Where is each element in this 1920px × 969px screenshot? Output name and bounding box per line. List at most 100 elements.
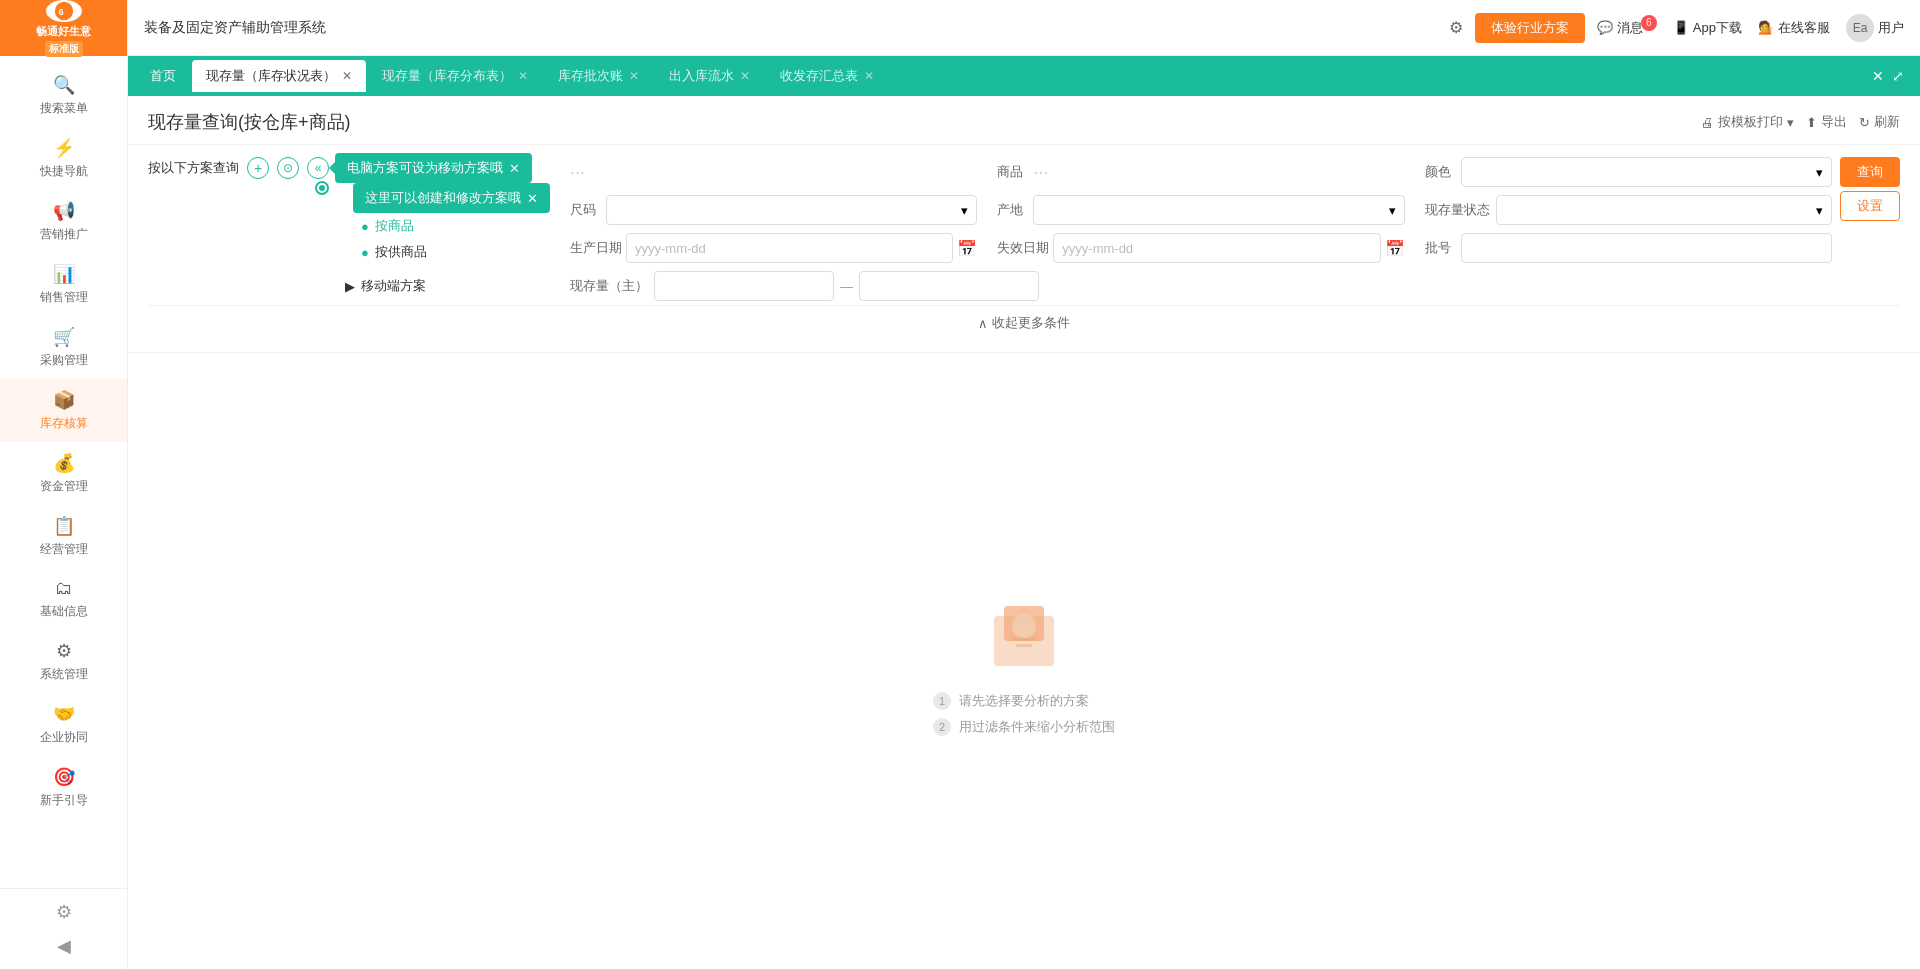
reset-button[interactable]: 设置 [1840,191,1900,221]
sidebar-item-marketing[interactable]: 📢 营销推广 [0,190,127,253]
stock-status-select[interactable]: ▾ [1496,195,1832,225]
size-label: 尺码 [570,201,600,219]
sidebar-item-inventory[interactable]: 📦 库存核算 [0,379,127,442]
color-select[interactable]: ▾ [1461,157,1832,187]
sidebar-item-label: 销售管理 [40,289,88,306]
expire-date-calendar-icon[interactable]: 📅 [1385,239,1405,258]
sidebar-bottom: ⚙ ◀ [0,888,127,969]
tip-num-2: 2 [933,718,951,736]
tab-close-icon[interactable]: ✕ [740,69,750,83]
print-icon: 🖨 [1701,115,1714,130]
sidebar-item-purchase[interactable]: 🛒 采购管理 [0,316,127,379]
message-badge: 6 [1641,15,1657,31]
mobile-scheme-arrow: ▶ [345,279,355,294]
scheme-by-supplier[interactable]: ● 按供商品 [361,239,550,265]
product-dots[interactable]: ··· [1033,162,1048,183]
sidebar-item-label: 采购管理 [40,352,88,369]
sidebar-item-operation[interactable]: 📋 经营管理 [0,505,127,568]
sidebar-item-label: 企业协同 [40,729,88,746]
filter-item-stock-status: 现存量状态 ▾ [1425,195,1832,225]
tooltip1-close[interactable]: ✕ [509,161,520,176]
tooltip1-wrapper: « 电脑方案可设为移动方案哦 ✕ [307,157,329,179]
expire-date-start[interactable]: yyyy-mm-dd [1053,233,1380,263]
tooltip2-close[interactable]: ✕ [527,191,538,206]
enterprise-icon: 🤝 [53,703,75,725]
collapse-icon[interactable]: ◀ [57,935,71,957]
tab-close-icon[interactable]: ✕ [342,69,352,83]
sidebar-item-system[interactable]: ⚙ 系统管理 [0,630,127,693]
scheme-sub-items: ● 按商品 ● 按供商品 [361,213,550,265]
stock-qty-end[interactable] [859,271,1039,301]
tip-text-1: 请先选择要分析的方案 [959,692,1089,710]
tab-close-icon[interactable]: ✕ [864,69,874,83]
query-button[interactable]: 查询 [1840,157,1900,187]
tab-inventory-batch-label: 库存批次账 [558,67,623,85]
dot-indicator [317,183,327,193]
tab-inventory-batch[interactable]: 库存批次账 ✕ [544,60,653,92]
refresh-icon: ↻ [1859,115,1870,130]
sidebar-item-search[interactable]: 🔍 搜索菜单 [0,64,127,127]
mobile-scheme-item[interactable]: ▶ 移动端方案 [345,273,550,299]
topbar: 装备及固定资产辅助管理系统 ⚙ 体验行业方案 💬 消息 6 📱 App下载 💁 … [128,0,1920,56]
origin-select[interactable]: ▾ [1033,195,1404,225]
user-btn[interactable]: Ea 用户 [1846,14,1904,42]
app-download-btn[interactable]: 📱 App下载 [1673,19,1742,37]
tab-home[interactable]: 首页 [136,60,190,92]
filter-add-button[interactable]: + [247,157,269,179]
sidebar-item-basic[interactable]: 🗂 基础信息 [0,568,127,630]
svg-text:6: 6 [58,6,63,16]
tab-inventory-dist[interactable]: 现存量（库存分布表） ✕ [368,60,542,92]
collapse-label: 收起更多条件 [992,314,1070,332]
system-title: 装备及固定资产辅助管理系统 [144,19,1437,37]
batch-input[interactable] [1461,233,1832,263]
tab-close-icon[interactable]: ✕ [629,69,639,83]
experience-btn[interactable]: 体验行业方案 [1475,13,1585,43]
sidebar-item-finance[interactable]: 💰 资金管理 [0,442,127,505]
empty-illustration [974,586,1074,676]
tab-inventory-status[interactable]: 现存量（库存状况表） ✕ [192,60,366,92]
scheme-by-product[interactable]: ● 按商品 [361,213,550,239]
sidebar-item-guide[interactable]: 🎯 新手引导 [0,756,127,819]
batch-label: 批号 [1425,239,1455,257]
sidebar-item-quick[interactable]: ⚡ 快捷导航 [0,127,127,190]
settings-icon[interactable]: ⚙ [56,901,72,923]
filter-copy-button[interactable]: ⊙ [277,157,299,179]
settings-gear-icon[interactable]: ⚙ [1449,18,1463,37]
refresh-btn[interactable]: ↻ 刷新 [1859,113,1900,131]
tabbar: 首页 现存量（库存状况表） ✕ 现存量（库存分布表） ✕ 库存批次账 ✕ 出入库… [128,56,1920,96]
print-label: 按模板打印 [1718,113,1783,131]
app-tag: 标准版 [45,41,83,57]
print-btn[interactable]: 🖨 按模板打印 ▾ [1701,113,1794,131]
tip-text-2: 用过滤条件来缩小分析范围 [959,718,1115,736]
warehouse-dots[interactable]: ··· [570,162,585,183]
online-support-btn[interactable]: 💁 在线客服 [1758,19,1830,37]
tab-receive-summary[interactable]: 收发存汇总表 ✕ [766,60,888,92]
sidebar-item-enterprise[interactable]: 🤝 企业协同 [0,693,127,756]
export-icon: ⬆ [1806,115,1817,130]
tab-close-icon[interactable]: ✕ [518,69,528,83]
stock-qty-start[interactable] [654,271,834,301]
stock-qty-dash: — [840,279,853,294]
tab-in-out-flow[interactable]: 出入库流水 ✕ [655,60,764,92]
tab-inventory-dist-label: 现存量（库存分布表） [382,67,512,85]
export-btn[interactable]: ⬆ 导出 [1806,113,1847,131]
sales-icon: 📊 [53,263,75,285]
tip-num-1: 1 [933,692,951,710]
sidebar-item-sales[interactable]: 📊 销售管理 [0,253,127,316]
size-select[interactable]: ▾ [606,195,977,225]
collapse-bar[interactable]: ∧ 收起更多条件 [148,305,1900,340]
tab-fullscreen-icon[interactable]: ⤢ [1892,68,1904,84]
message-btn[interactable]: 💬 消息 6 [1597,19,1657,37]
filter-arrow-button[interactable]: « [307,157,329,179]
content-inner: 现存量查询(按仓库+商品) 🖨 按模板打印 ▾ ⬆ 导出 ↻ 刷新 [128,96,1920,969]
sidebar-item-label: 资金管理 [40,478,88,495]
tooltip1: 电脑方案可设为移动方案哦 ✕ [335,153,532,183]
origin-label: 产地 [997,201,1027,219]
app-download-label: App下载 [1693,19,1742,37]
produce-date-start[interactable]: yyyy-mm-dd [626,233,953,263]
filter-area: 按以下方案查询 + ⊙ « 电脑方案可设为移动方案哦 [128,145,1920,353]
tab-close-all-icon[interactable]: ✕ [1872,68,1884,84]
inventory-icon: 📦 [53,389,75,411]
produce-date-calendar-icon[interactable]: 📅 [957,239,977,258]
expire-date-placeholder: yyyy-mm-dd [1062,241,1133,256]
